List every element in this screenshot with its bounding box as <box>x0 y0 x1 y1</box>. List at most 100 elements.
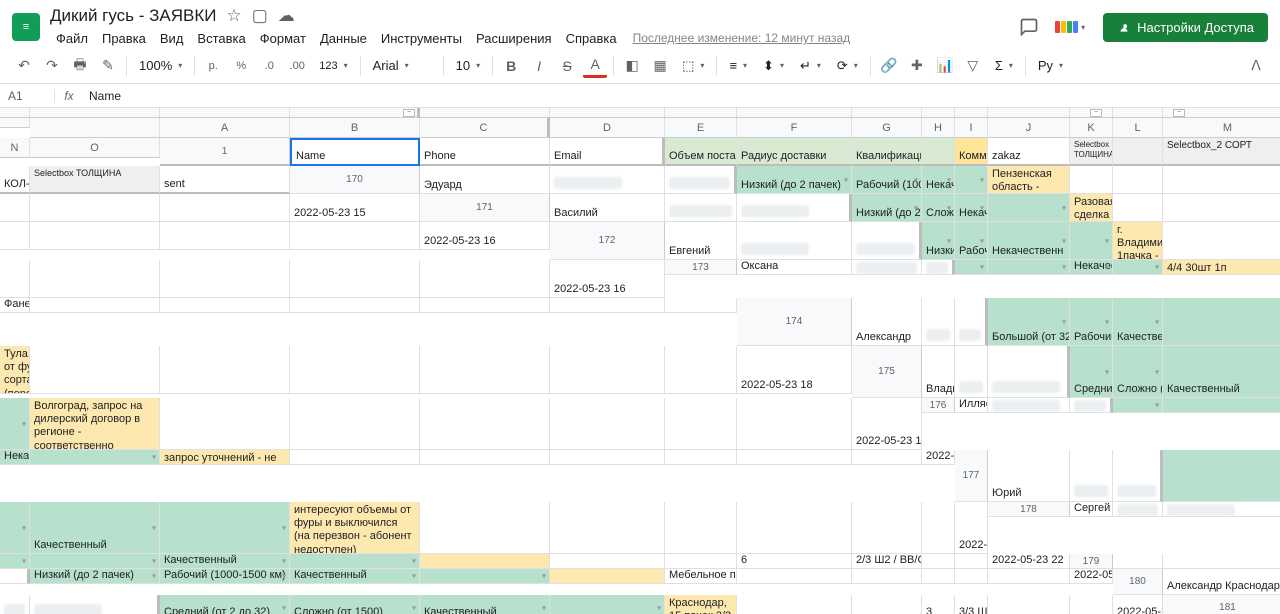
column-header-L[interactable]: L <box>1113 118 1163 138</box>
menu-Справка[interactable]: Справка <box>560 28 623 49</box>
cell-g[interactable] <box>160 502 290 554</box>
percent-button[interactable]: % <box>229 54 253 78</box>
cell-qual[interactable]: Качественный <box>420 595 550 614</box>
column-header-O[interactable]: O <box>30 138 160 158</box>
cell-qual[interactable]: Качественный <box>1113 298 1163 346</box>
cell-radius[interactable] <box>988 260 1070 275</box>
column-header-C[interactable]: C <box>420 118 550 138</box>
bold-button[interactable]: B <box>499 54 523 78</box>
cell-volume[interactable] <box>955 260 988 275</box>
menu-Инструменты[interactable]: Инструменты <box>375 28 468 49</box>
cell-qual[interactable]: Качественный <box>30 502 160 554</box>
functions-button[interactable]: Σ <box>989 58 1019 73</box>
cell-g[interactable] <box>550 595 665 614</box>
column-header-G[interactable]: G <box>852 118 922 138</box>
valign-button[interactable]: ⬍ <box>757 58 790 74</box>
borders-button[interactable]: ▦ <box>648 54 672 78</box>
cloud-icon[interactable]: ☁ <box>278 6 295 26</box>
cell-g[interactable] <box>1070 222 1113 260</box>
menu-Правка[interactable]: Правка <box>96 28 152 49</box>
cell-volume[interactable]: Низкий (до 2 пачек) <box>922 222 955 260</box>
header-jk[interactable]: SelectboxТОЛЩИНА <box>1070 138 1113 166</box>
cell-volume[interactable]: Средний (от 2 до 32) <box>1070 346 1113 398</box>
row-header-170[interactable]: 170 <box>290 166 420 194</box>
cell-radius[interactable] <box>0 502 30 554</box>
row-header-174[interactable]: 174 <box>737 298 852 346</box>
formula-input[interactable]: Name <box>83 89 1280 103</box>
cell-radius[interactable]: Рабочий (1000-1500 км) <box>955 222 988 260</box>
header-thickness[interactable]: Selectbox ТОЛЩИНА <box>30 166 160 194</box>
header-sort[interactable]: Selectbox_2 СОРТ <box>1163 138 1280 166</box>
column-header-K[interactable]: K <box>1070 118 1113 138</box>
column-header-corner[interactable] <box>30 118 160 138</box>
row-header-173[interactable]: 173 <box>665 260 737 275</box>
last-edit-link[interactable]: Последнее изменение: 12 минут назад <box>633 31 851 45</box>
cell-qual[interactable]: Некачественн <box>1070 260 1113 275</box>
group-collapse-button[interactable]: − <box>403 109 415 117</box>
header-qual[interactable]: Квалификация <box>852 138 922 166</box>
redo-button[interactable]: ↷ <box>40 54 64 78</box>
folder-icon[interactable]: ▢ <box>252 6 268 26</box>
collapse-toolbar-button[interactable]: ᐱ <box>1244 54 1268 78</box>
zoom-select[interactable]: 100% <box>133 58 188 73</box>
cell-qual[interactable]: Качественный <box>1163 346 1280 398</box>
share-button[interactable]: Настройки Доступа <box>1103 13 1268 42</box>
rotate-button[interactable]: ⟳ <box>831 58 864 74</box>
header-name[interactable]: Name <box>290 138 420 166</box>
column-header-J[interactable]: J <box>988 118 1070 138</box>
header-comment[interactable]: Комментарий <box>955 138 988 166</box>
column-header-N[interactable]: N <box>0 138 30 158</box>
halign-button[interactable]: ≡ <box>723 58 753 73</box>
menu-Расширения[interactable]: Расширения <box>470 28 558 49</box>
cell-volume[interactable]: Низкий (до 2 пачек) <box>737 166 852 194</box>
menu-Вставка[interactable]: Вставка <box>191 28 251 49</box>
header-zakaz[interactable]: zakaz <box>988 138 1070 166</box>
wrap-button[interactable]: ↵ <box>794 58 827 74</box>
menu-Файл[interactable]: Файл <box>50 28 94 49</box>
number-format-select[interactable]: 123 <box>313 60 353 72</box>
cell-radius[interactable]: Сложно (от 1500) <box>922 194 955 222</box>
menu-Данные[interactable]: Данные <box>314 28 373 49</box>
filter-button[interactable]: ▽ <box>961 54 985 78</box>
header-volume[interactable]: Объем поставки <box>665 138 737 166</box>
cell-qual[interactable]: Некачественн <box>922 166 955 194</box>
star-icon[interactable]: ☆ <box>226 6 241 26</box>
cell-g[interactable] <box>30 450 160 465</box>
cell-radius[interactable]: Рабочий (1000-1500 км) <box>1070 298 1113 346</box>
row-header-177[interactable]: 177 <box>955 450 988 502</box>
header-radius[interactable]: Радиус доставки <box>737 138 852 166</box>
cell-volume[interactable]: Низкий (до 2 пачек) <box>30 569 160 584</box>
sheets-logo[interactable]: ≡ <box>12 13 40 41</box>
cell-qual[interactable]: Некачественн <box>955 194 988 222</box>
italic-button[interactable]: I <box>527 54 551 78</box>
increase-decimal-button[interactable]: .00 <box>285 54 309 78</box>
cell-reference[interactable]: A1 <box>0 89 55 103</box>
cell-g[interactable] <box>1113 260 1163 275</box>
header-g[interactable] <box>922 138 955 166</box>
cell-volume[interactable]: Большой (от 32) <box>988 298 1070 346</box>
cell-radius[interactable]: Рабочий (1000-1500 км) <box>160 569 290 584</box>
font-select[interactable]: Arial <box>367 58 437 73</box>
cell-volume[interactable] <box>1163 450 1280 502</box>
cell-volume[interactable] <box>1113 398 1163 413</box>
cell-g[interactable] <box>290 554 420 569</box>
header-phone[interactable]: Phone <box>420 138 550 166</box>
cell-radius[interactable] <box>1163 398 1280 413</box>
print-button[interactable]: 🖶 <box>68 54 92 78</box>
currency-button[interactable]: р. <box>201 54 225 78</box>
row-header-181[interactable]: 181 <box>1163 595 1280 614</box>
cell-radius[interactable]: Сложно (от 1500) <box>290 595 420 614</box>
row-header-171[interactable]: 171 <box>420 194 550 222</box>
column-header-D[interactable]: D <box>550 118 665 138</box>
comment-button[interactable]: ✚ <box>905 54 929 78</box>
merge-button[interactable]: ⬚ <box>676 58 710 74</box>
doc-title[interactable]: Дикий гусь - ЗАЯВКИ <box>50 6 216 26</box>
cell-qual[interactable]: Качественный <box>290 569 420 584</box>
paint-format-button[interactable]: ✎ <box>96 54 120 78</box>
column-header-H[interactable]: H <box>922 118 955 138</box>
cell-volume[interactable] <box>0 554 30 569</box>
cell-qual[interactable]: Качественный <box>160 554 290 569</box>
strike-button[interactable]: S <box>555 54 579 78</box>
cell-g[interactable] <box>420 569 550 584</box>
column-header-A[interactable]: A <box>160 118 290 138</box>
